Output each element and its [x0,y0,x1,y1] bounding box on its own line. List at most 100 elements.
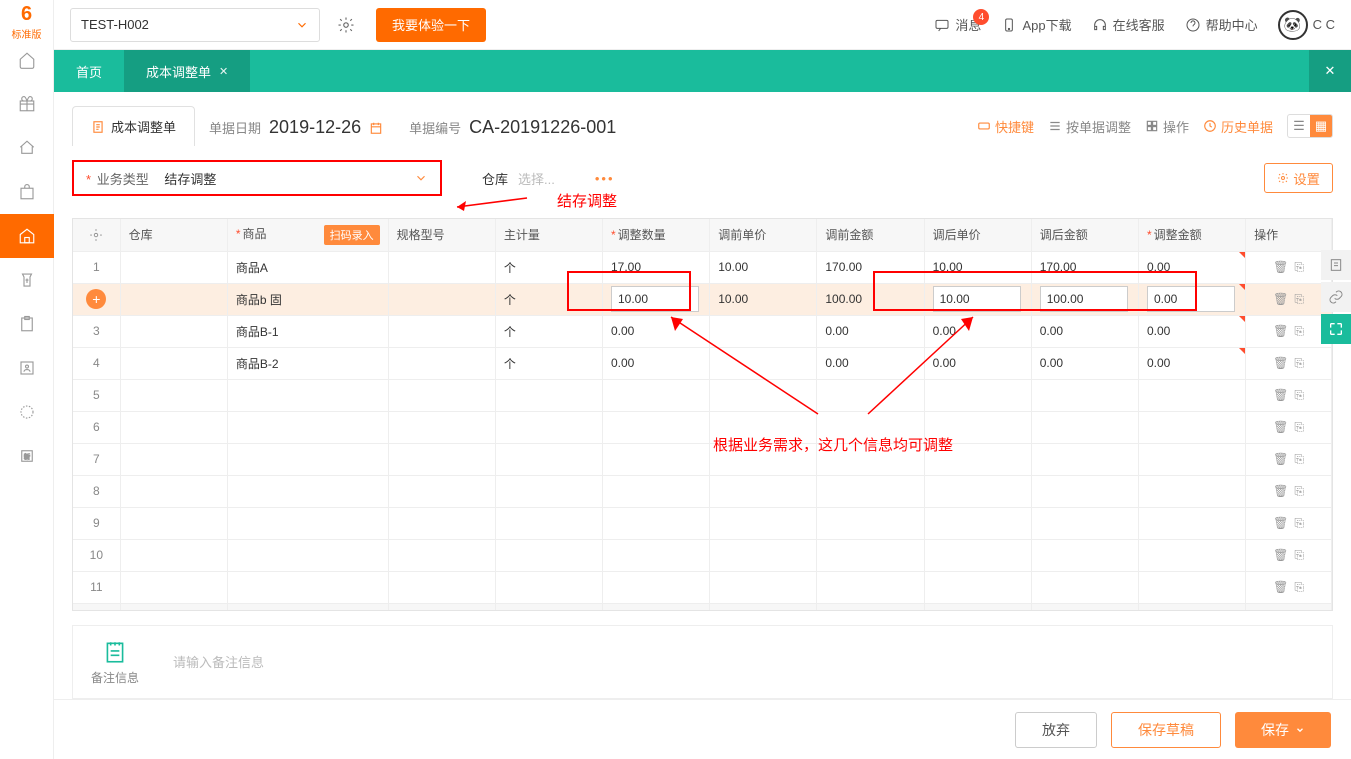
tab-close-icon[interactable]: ✕ [219,65,228,78]
help-icon [1185,17,1201,33]
form-tab[interactable]: 成本调整单 [72,106,195,146]
dock-link-icon[interactable] [1321,282,1351,312]
chevron-down-icon [295,18,309,32]
hotkey-button[interactable]: 快捷键 [977,117,1034,136]
headset-icon [1092,17,1108,33]
th-adj-amount: *调整金额 [1138,219,1245,251]
settings-button[interactable]: 设置 [1264,163,1333,193]
chevron-down-icon [1295,725,1305,735]
logo: 6 标准版 [11,6,43,38]
side-house-icon[interactable] [0,126,54,170]
dock-note-icon[interactable] [1321,250,1351,280]
side-warehouse-icon[interactable] [0,214,54,258]
view-grid-icon[interactable]: ▦ [1310,115,1332,137]
table-row[interactable]: 11🗑⎘ [73,571,1332,603]
row-copy-icon[interactable]: ⎘ [1294,516,1304,530]
row-delete-icon[interactable]: 🗑 [1273,388,1288,402]
row-copy-icon[interactable]: ⎘ [1294,548,1304,562]
more-filters-icon[interactable]: ••• [595,171,615,186]
by-bill-button[interactable]: 按单据调整 [1048,117,1131,136]
warehouse-select[interactable]: 仓库 选择... [482,169,555,188]
qty-input[interactable]: 10.00 [611,286,699,312]
tabs-close-all-icon[interactable]: ✕ [1309,50,1351,92]
table-row[interactable]: 6🗑⎘ [73,411,1332,443]
help-button[interactable]: 帮助中心 [1185,15,1258,34]
tab-home[interactable]: 首页 [54,50,124,92]
adj-input[interactable]: 0.00 [1147,286,1235,312]
view-list-icon[interactable]: ☰ [1288,115,1310,137]
discard-button[interactable]: 放弃 [1015,712,1097,748]
add-row-icon[interactable]: + [86,289,106,309]
side-money-icon[interactable] [0,258,54,302]
row-delete-icon[interactable]: 🗑 [1273,356,1288,370]
row-copy-icon[interactable]: ⎘ [1294,452,1304,466]
row-delete-icon[interactable]: 🗑 [1273,484,1288,498]
app-download-button[interactable]: App下载 [1001,15,1071,34]
row-copy-icon[interactable]: ⎘ [1294,356,1304,370]
dock-expand-icon[interactable] [1321,314,1351,344]
th-price-after: 调后单价 [924,219,1031,251]
calendar-icon[interactable] [369,121,383,135]
row-delete-icon[interactable]: 🗑 [1273,548,1288,562]
row-copy-icon[interactable]: ⎘ [1294,292,1304,306]
table-row[interactable]: 1商品A个17.0010.00170.0010.00170.000.00🗑⎘ [73,251,1332,283]
row-copy-icon[interactable]: ⎘ [1294,484,1304,498]
table-row[interactable]: 7🗑⎘ [73,443,1332,475]
table-row[interactable]: 3商品B-1个0.000.000.000.000.00🗑⎘ [73,315,1332,347]
th-spec: 规格型号 [388,219,495,251]
table-row[interactable]: 9🗑⎘ [73,507,1332,539]
side-gift-icon[interactable] [0,82,54,126]
message-icon [934,17,950,33]
th-gear[interactable] [73,219,120,251]
row-delete-icon[interactable]: 🗑 [1273,580,1288,594]
date-value[interactable]: 2019-12-26 [269,117,361,138]
avatar-icon: 🐼 [1278,10,1308,40]
history-button[interactable]: 历史单据 [1203,117,1273,136]
user-menu[interactable]: 🐼 C C [1278,10,1335,40]
save-draft-button[interactable]: 保存草稿 [1111,712,1221,748]
business-type-select[interactable]: * 业务类型 结存调整 [72,160,442,196]
trial-button[interactable]: 我要体验一下 [376,8,486,42]
row-delete-icon[interactable]: 🗑 [1273,324,1288,338]
date-label: 单据日期 [209,118,261,137]
table-row[interactable]: 8🗑⎘ [73,475,1332,507]
row-delete-icon[interactable]: 🗑 [1273,292,1288,306]
side-user-icon[interactable] [0,346,54,390]
table-row[interactable]: 10🗑⎘ [73,539,1332,571]
notes-input[interactable] [173,655,1316,670]
service-button[interactable]: 在线客服 [1092,15,1165,34]
save-button[interactable]: 保存 [1235,712,1331,748]
ops-button[interactable]: 操作 [1145,117,1189,136]
side-home-icon[interactable] [0,38,54,82]
row-copy-icon[interactable]: ⎘ [1294,324,1304,338]
message-button[interactable]: 消息 4 [934,15,981,34]
amount-after-input[interactable]: 100.00 [1040,286,1128,312]
row-copy-icon[interactable]: ⎘ [1294,388,1304,402]
keyboard-icon [977,119,991,133]
table-row[interactable]: 4商品B-2个0.000.000.000.000.00🗑⎘ [73,347,1332,379]
table-row[interactable]: +商品b 固个10.0010.00100.0010.00100.000.00🗑⎘ [73,283,1332,315]
topbar-gear-icon[interactable] [334,13,358,37]
th-warehouse: 仓库 [120,219,227,251]
footer-label: 小计 [73,603,120,611]
scan-button[interactable]: 扫码录入 [324,225,380,245]
row-delete-icon[interactable]: 🗑 [1273,516,1288,530]
row-copy-icon[interactable]: ⎘ [1294,580,1304,594]
org-select[interactable]: TEST-H002 [70,8,320,42]
side-bag-icon[interactable] [0,170,54,214]
row-copy-icon[interactable]: ⎘ [1294,260,1304,274]
side-clipboard-icon[interactable] [0,302,54,346]
row-copy-icon[interactable]: ⎘ [1294,420,1304,434]
org-name: TEST-H002 [81,17,149,32]
side-refresh-icon[interactable] [0,390,54,434]
row-delete-icon[interactable]: 🗑 [1273,420,1288,434]
phone-icon [1001,17,1017,33]
row-delete-icon[interactable]: 🗑 [1273,260,1288,274]
table-row[interactable]: 5🗑⎘ [73,379,1332,411]
price-after-input[interactable]: 10.00 [933,286,1021,312]
tab-cost-adjust[interactable]: 成本调整单 ✕ [124,50,250,92]
th-product: *商品扫码录入 [227,219,388,251]
notes-section: 备注信息 [72,625,1333,699]
row-delete-icon[interactable]: 🗑 [1273,452,1288,466]
side-new-icon[interactable]: 新 [0,434,54,478]
